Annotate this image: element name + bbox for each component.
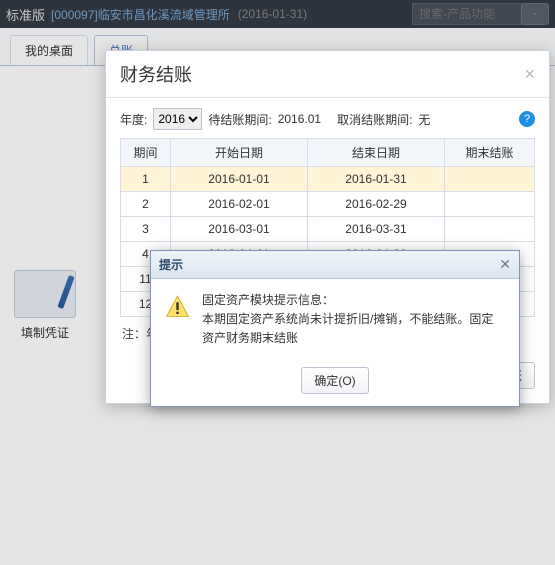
pending-label: 待结账期间: — [208, 111, 271, 128]
table-row[interactable]: 12016-01-012016-01-31 — [121, 167, 535, 192]
col-closed: 期末结账 — [445, 139, 535, 167]
dialog-close-icon[interactable]: ✕ — [499, 256, 511, 273]
cancel-period-label: 取消结账期间: — [337, 111, 412, 128]
dialog-message: 固定资产模块提示信息： 本期固定资产系统尚未计提折旧/摊销，不能结账。固定资产财… — [202, 291, 505, 349]
help-icon[interactable]: ? — [519, 111, 535, 127]
modal-title: 财务结账 — [120, 61, 192, 87]
table-row[interactable]: 32016-03-012016-03-31 — [121, 217, 535, 242]
pending-value: 2016.01 — [278, 112, 321, 126]
cancel-period-value: 无 — [418, 111, 430, 128]
col-period: 期间 — [121, 139, 171, 167]
warning-icon — [165, 291, 190, 323]
dialog-title: 提示 — [159, 256, 183, 273]
close-icon[interactable]: × — [524, 64, 535, 85]
table-row[interactable]: 22016-02-012016-02-29 — [121, 192, 535, 217]
col-end: 结束日期 — [308, 139, 445, 167]
col-start: 开始日期 — [171, 139, 308, 167]
year-select[interactable]: 2016 — [153, 108, 202, 130]
alert-dialog: 提示 ✕ 固定资产模块提示信息： 本期固定资产系统尚未计提折旧/摊销，不能结账。… — [150, 250, 520, 407]
ok-button[interactable]: 确定(O) — [301, 367, 368, 394]
year-label: 年度: — [120, 111, 147, 128]
